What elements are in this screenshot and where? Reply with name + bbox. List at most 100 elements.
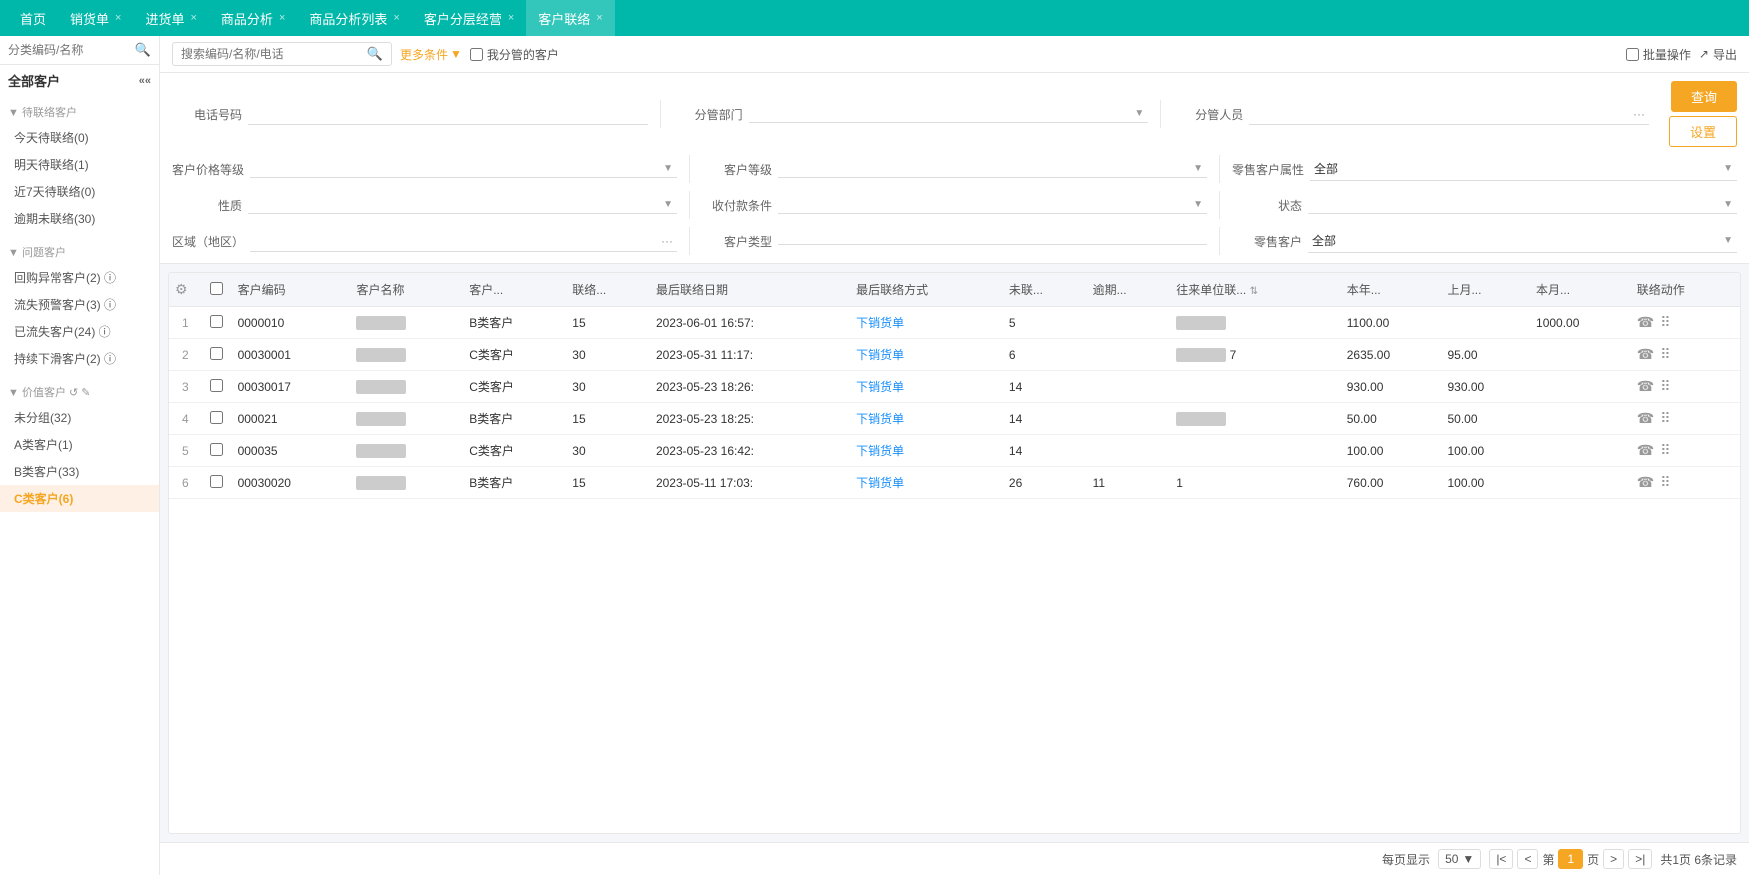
more-conditions-btn[interactable]: 更多条件 ▼	[400, 46, 462, 63]
nav-customer-layer[interactable]: 客户分层经营 ×	[412, 0, 526, 36]
phone-input[interactable]	[248, 104, 648, 125]
method-link[interactable]: 下销货单	[856, 316, 904, 330]
set-button[interactable]: 设置	[1669, 116, 1737, 147]
sidebar-item-lost[interactable]: 已流失客户(24) ⓘ	[0, 318, 159, 345]
close-product-list-icon[interactable]: ×	[393, 12, 399, 24]
region-select[interactable]: ···	[250, 231, 677, 252]
sidebar-item-today[interactable]: 今天待联络(0)	[0, 124, 159, 151]
retail-select[interactable]: 全部 ▼	[1308, 229, 1737, 253]
row-checkbox[interactable]	[210, 475, 223, 488]
main-search-input[interactable]	[181, 47, 367, 61]
batch-op-checkbox[interactable]	[1626, 48, 1639, 61]
method-link[interactable]: 下销货单	[856, 476, 904, 490]
nav-product-analysis[interactable]: 商品分析 ×	[209, 0, 297, 36]
sidebar-item-warning[interactable]: 流失预警客户(3) ⓘ	[0, 291, 159, 318]
select-all-checkbox[interactable]	[210, 282, 223, 295]
status-select[interactable]: ▼	[1308, 196, 1737, 214]
retail-attr-select[interactable]: 全部 ▼	[1310, 157, 1737, 181]
sidebar-search-icon[interactable]: 🔍	[135, 42, 151, 58]
close-purchase-icon[interactable]: ×	[190, 12, 196, 24]
page-size-select[interactable]: 50 ▼	[1438, 849, 1481, 869]
sidebar-item-a[interactable]: A类客户(1)	[0, 431, 159, 458]
nav-sales[interactable]: 销货单 ×	[58, 0, 133, 36]
cell-type: C类客户	[463, 371, 566, 403]
manager-more-icon[interactable]: ···	[1633, 107, 1645, 121]
close-customer-contact-icon[interactable]: ×	[596, 12, 602, 24]
value-grade-chevron-icon: ▼	[663, 163, 673, 174]
problem-group-title[interactable]: ▼ 问题客户	[0, 240, 159, 264]
method-link[interactable]: 下销货单	[856, 412, 904, 426]
row-checkbox[interactable]	[210, 315, 223, 328]
manager-select[interactable]: ···	[1249, 104, 1649, 125]
payment-select[interactable]: ▼	[778, 196, 1207, 214]
row-checkbox[interactable]	[210, 379, 223, 392]
sidebar-item-abnormal[interactable]: 回购异常客户(2) ⓘ	[0, 264, 159, 291]
search-input-wrap: 🔍	[172, 42, 392, 66]
row-checkbox[interactable]	[210, 411, 223, 424]
more-action-icon[interactable]: ⠿	[1660, 410, 1670, 427]
value-group-title[interactable]: ▼ 价值客户 ↺ ✎	[0, 380, 159, 404]
sidebar-item-overdue[interactable]: 逾期未联络(30)	[0, 205, 159, 232]
cell-name: ■■■■	[350, 307, 463, 339]
method-link[interactable]: 下销货单	[856, 444, 904, 458]
sidebar-item-ungroup[interactable]: 未分组(32)	[0, 404, 159, 431]
col-last-method: 最后联络方式	[850, 273, 1003, 307]
more-action-icon[interactable]: ⠿	[1660, 474, 1670, 491]
pending-group-title[interactable]: ▼ 待联络客户	[0, 100, 159, 124]
main-search-icon[interactable]: 🔍	[367, 46, 383, 62]
filter-row-4: 区域（地区） ··· 客户类型 零售客户	[172, 227, 1737, 255]
phone-action-icon[interactable]: ☎	[1637, 314, 1654, 331]
nav-customer-contact[interactable]: 客户联络 ×	[526, 0, 614, 36]
query-button[interactable]: 查询	[1671, 81, 1737, 112]
phone-action-icon[interactable]: ☎	[1637, 410, 1654, 427]
sidebar-search-input[interactable]	[8, 43, 135, 57]
sidebar-item-c[interactable]: C类客户(6)	[0, 485, 159, 512]
nature-chevron-icon: ▼	[663, 199, 673, 210]
value-grade-select[interactable]: ▼	[250, 160, 677, 178]
nature-select[interactable]: ▼	[248, 196, 677, 214]
phone-action-icon[interactable]: ☎	[1637, 378, 1654, 395]
export-btn[interactable]: ↗ 导出	[1699, 46, 1737, 63]
sidebar-all-customers[interactable]: 全部客户 ««	[0, 65, 159, 96]
phone-action-icon[interactable]: ☎	[1637, 474, 1654, 491]
region-more-icon[interactable]: ···	[661, 234, 673, 248]
method-link[interactable]: 下销货单	[856, 380, 904, 394]
method-link[interactable]: 下销货单	[856, 348, 904, 362]
sidebar-item-7days[interactable]: 近7天待联络(0)	[0, 178, 159, 205]
cell-last-month: 100.00	[1441, 435, 1530, 467]
row-checkbox[interactable]	[210, 443, 223, 456]
nav-purchase[interactable]: 进货单 ×	[133, 0, 208, 36]
nav-product-analysis-list[interactable]: 商品分析列表 ×	[297, 0, 411, 36]
more-action-icon[interactable]: ⠿	[1660, 314, 1670, 331]
first-page-btn[interactable]: |<	[1489, 849, 1513, 869]
sidebar-item-b[interactable]: B类客户(33)	[0, 458, 159, 485]
more-action-icon[interactable]: ⠿	[1660, 346, 1670, 363]
close-product-analysis-icon[interactable]: ×	[279, 12, 285, 24]
phone-action-icon[interactable]: ☎	[1637, 346, 1654, 363]
grade-select[interactable]: ▼	[778, 160, 1207, 178]
filter-dept: 分管部门 ▼	[673, 105, 1149, 123]
last-page-btn[interactable]: >|	[1628, 849, 1652, 869]
close-customer-layer-icon[interactable]: ×	[508, 12, 514, 24]
row-checkbox[interactable]	[210, 347, 223, 360]
batch-op-btn[interactable]: 批量操作	[1626, 46, 1691, 63]
search-bar: 🔍 更多条件 ▼ 我分管的客户 批量操作 ↗ 导出	[160, 36, 1749, 73]
my-customers-checkbox-wrap[interactable]: 我分管的客户	[470, 46, 559, 63]
col-not-contact-label: 未联...	[1009, 283, 1043, 297]
filter-divider-6	[1219, 191, 1220, 219]
sidebar-item-tomorrow[interactable]: 明天待联络(1)	[0, 151, 159, 178]
phone-label: 电话号码	[172, 106, 242, 123]
dept-select[interactable]: ▼	[749, 105, 1149, 123]
phone-action-icon[interactable]: ☎	[1637, 442, 1654, 459]
more-action-icon[interactable]: ⠿	[1660, 378, 1670, 395]
more-action-icon[interactable]: ⠿	[1660, 442, 1670, 459]
nav-home[interactable]: 首页	[8, 0, 58, 36]
prev-page-btn[interactable]: <	[1517, 849, 1538, 869]
col-type: 客户...	[463, 273, 566, 307]
customer-type-select[interactable]	[778, 238, 1207, 245]
settings-icon[interactable]: ⚙	[175, 281, 188, 297]
my-customers-checkbox[interactable]	[470, 48, 483, 61]
next-page-btn[interactable]: >	[1603, 849, 1624, 869]
sidebar-item-declining[interactable]: 持续下滑客户(2) ⓘ	[0, 345, 159, 372]
close-sales-icon[interactable]: ×	[115, 12, 121, 24]
